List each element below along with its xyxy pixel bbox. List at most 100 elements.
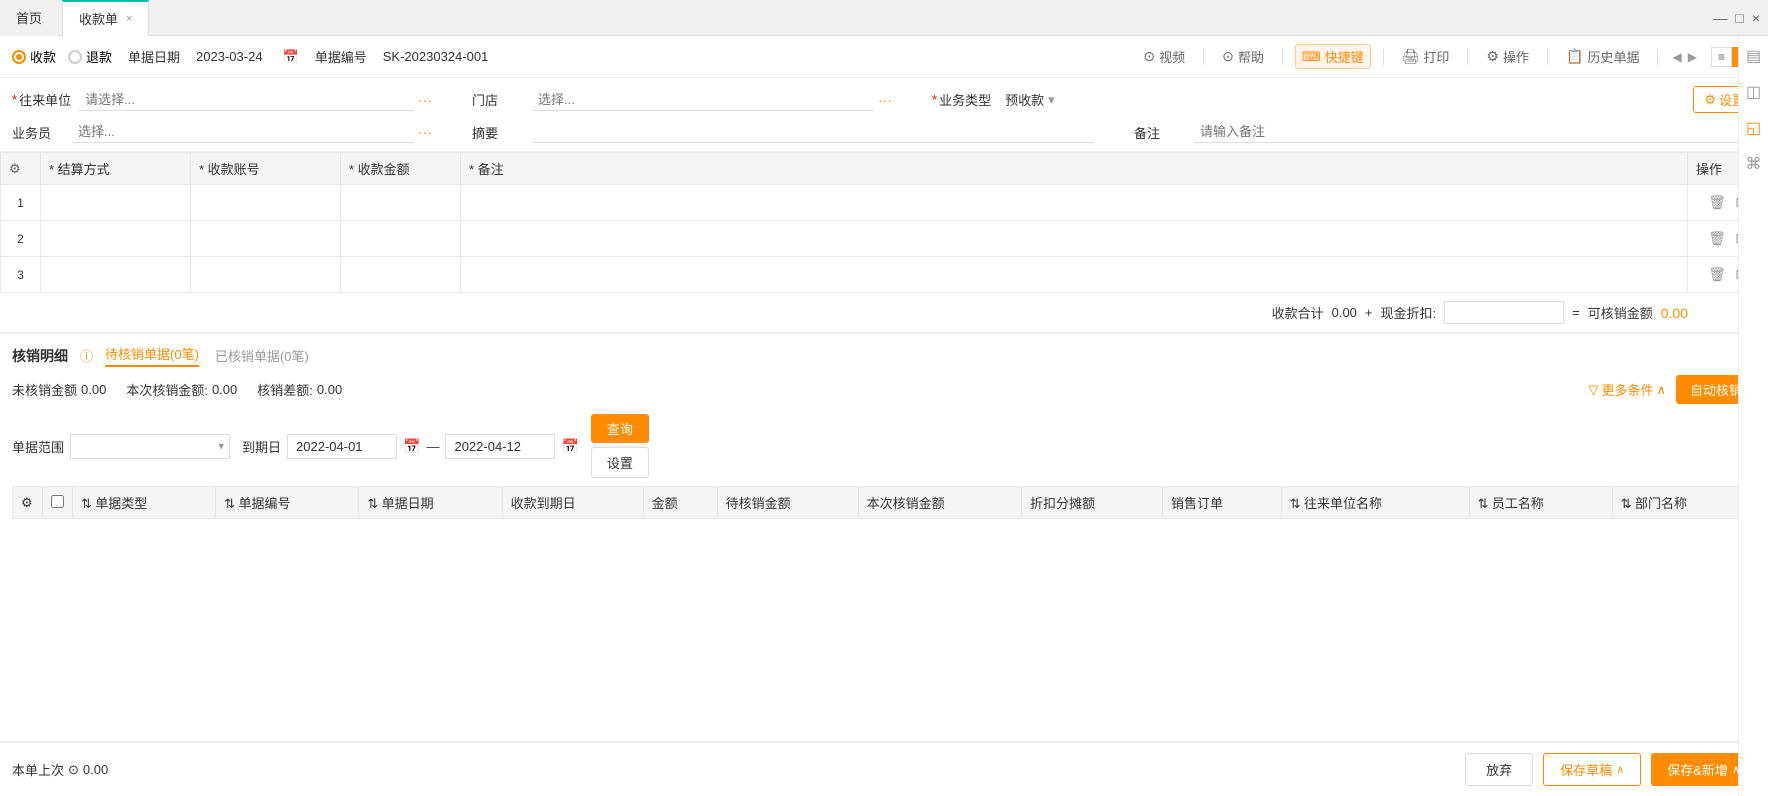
operation-icon: ⚙: [1486, 48, 1499, 65]
more-filter-btn[interactable]: ▽ 更多条件 ∧: [1588, 380, 1666, 399]
shortcut-icon: ⌨: [1302, 49, 1321, 65]
done-tab[interactable]: 已核销单据(0笔): [215, 346, 309, 365]
summary-input[interactable]: [532, 121, 1094, 143]
sidebar-icon-2[interactable]: ◫: [1746, 82, 1761, 102]
row1-delete-icon[interactable]: 🗑: [1708, 194, 1726, 210]
verif-info-icon[interactable]: ⓘ: [80, 346, 93, 365]
store-input[interactable]: [532, 89, 874, 111]
store-more-btn[interactable]: ···: [878, 92, 892, 108]
radio-shoukuan[interactable]: 收款: [12, 47, 56, 66]
tab-active[interactable]: 收款单 ×: [62, 0, 149, 36]
radio-tuikuan-label: 退款: [86, 47, 112, 66]
help-btn[interactable]: ⊙ 帮助: [1216, 45, 1270, 68]
counterpart-input[interactable]: [79, 89, 414, 111]
row1-amount[interactable]: [341, 185, 461, 221]
number-value: SK-20230324-001: [383, 49, 489, 64]
unchecked-label: 未核销金额: [12, 380, 77, 399]
footer-info-icon[interactable]: ⊙: [68, 762, 79, 778]
window-minimize-icon[interactable]: —: [1713, 10, 1727, 26]
table-row: 1 🗑 ⊞: [1, 185, 1768, 221]
window-close-icon[interactable]: ×: [1752, 10, 1760, 26]
th-note-label: * 备注: [469, 162, 504, 177]
window-maximize-icon[interactable]: □: [1735, 10, 1743, 26]
calendar-icon-date[interactable]: 📅: [283, 49, 299, 65]
sort-icon4: ⇅: [1290, 496, 1301, 511]
range-select[interactable]: [70, 434, 230, 459]
th-due-date-label: 收款到期日: [511, 496, 576, 511]
gear-icon-bottom[interactable]: ⚙: [21, 495, 33, 510]
date-from-input[interactable]: [287, 434, 397, 459]
summary-label: 摘要: [472, 123, 532, 142]
sidebar-icon-4[interactable]: ⌘: [1746, 154, 1762, 174]
th-doc-date-label: 单据日期: [382, 496, 434, 511]
row1-note[interactable]: [461, 185, 1688, 221]
table-gear-icon[interactable]: ⚙: [9, 161, 21, 176]
plus-sign: +: [1365, 305, 1373, 320]
footer-order-label: 本单上次: [12, 760, 64, 779]
verif-settings-btn[interactable]: 设置: [591, 447, 649, 478]
business-type-field: * 业务类型 预收款 ▾ ⚙ 设置: [932, 86, 1756, 113]
discount-input[interactable]: [1444, 301, 1564, 324]
counterpart-more-btn[interactable]: ···: [418, 92, 432, 108]
summary-row: 收款合计 0.00 + 现金折扣: = 可核销金额 0.00: [0, 293, 1768, 333]
nav-next[interactable]: ▶: [1686, 48, 1699, 66]
sort-icon2: ⇅: [224, 496, 235, 511]
date-dash: —: [426, 439, 439, 454]
business-type-arrow[interactable]: ▾: [1048, 92, 1055, 108]
row3-account[interactable]: [191, 257, 341, 293]
operation-btn[interactable]: ⚙ 操作: [1480, 45, 1535, 68]
sidebar-icon-3[interactable]: ◱: [1746, 118, 1761, 138]
history-btn[interactable]: 📋 历史单据: [1560, 45, 1645, 68]
video-btn[interactable]: ⊙ 视频: [1137, 45, 1191, 68]
date-label: 单据日期: [128, 47, 180, 66]
th-account: * 收款账号: [191, 153, 341, 185]
row2-note[interactable]: [461, 221, 1688, 257]
divider3: [1383, 49, 1384, 65]
th-account-label: * 收款账号: [199, 162, 260, 177]
stat-current: 本次核销金额: 0.00: [126, 380, 237, 399]
th-doc-number-label: 单据编号: [238, 496, 290, 511]
staff-more-btn[interactable]: ···: [418, 124, 432, 140]
current-label: 本次核销金额:: [126, 380, 208, 399]
note-input[interactable]: [1194, 121, 1756, 143]
row2-account[interactable]: [191, 221, 341, 257]
row1-account[interactable]: [191, 185, 341, 221]
pending-tab[interactable]: 待核销单据(0笔): [105, 344, 199, 367]
row2-amount[interactable]: [341, 221, 461, 257]
query-btn[interactable]: 查询: [591, 414, 649, 443]
cal-icon-to[interactable]: 📅: [561, 438, 578, 455]
nav-prev[interactable]: ◀: [1670, 48, 1683, 66]
staff-input[interactable]: [72, 121, 414, 143]
tab-close-icon[interactable]: ×: [126, 13, 132, 25]
radio-tuikuan[interactable]: 退款: [68, 47, 112, 66]
row3-note[interactable]: [461, 257, 1688, 293]
select-all-checkbox[interactable]: [51, 495, 64, 508]
range-label: 单据范围: [12, 437, 64, 456]
row1-settlement[interactable]: [41, 185, 191, 221]
form-row-2: 业务员 ··· 摘要 备注: [12, 121, 1756, 143]
th-sales-order: 销售订单: [1163, 487, 1282, 519]
row3-delete-icon[interactable]: 🗑: [1708, 266, 1726, 282]
row3-amount[interactable]: [341, 257, 461, 293]
tab-bar-right: — □ ×: [1713, 10, 1768, 26]
tab-home[interactable]: 首页: [0, 0, 58, 36]
row2-delete-icon[interactable]: 🗑: [1708, 230, 1726, 246]
view-list-btn[interactable]: ≡: [1711, 47, 1732, 67]
radio-group: 收款 退款: [12, 47, 112, 66]
draft-btn[interactable]: 保存草稿 ∧: [1543, 753, 1641, 786]
sidebar-icon-1[interactable]: ▤: [1746, 46, 1761, 66]
th-dept: ⇅ 部门名称: [1612, 487, 1755, 519]
print-btn[interactable]: 🖨 打印: [1396, 45, 1456, 68]
row3-settlement[interactable]: [41, 257, 191, 293]
draft-arrow-icon: ∧: [1616, 763, 1624, 776]
discard-btn[interactable]: 放弃: [1465, 753, 1533, 786]
cal-icon-from[interactable]: 📅: [403, 438, 420, 455]
date-to-input[interactable]: [445, 434, 555, 459]
row2-settlement[interactable]: [41, 221, 191, 257]
th-sales-order-label: 销售订单: [1171, 496, 1223, 511]
business-type-value: 预收款: [1005, 90, 1044, 109]
chevron-up-icon: ∧: [1656, 382, 1666, 398]
th-gear: ⚙: [1, 153, 41, 185]
shortcut-btn[interactable]: ⌨ 快捷键: [1295, 44, 1371, 69]
business-type-label: 业务类型: [939, 90, 999, 109]
